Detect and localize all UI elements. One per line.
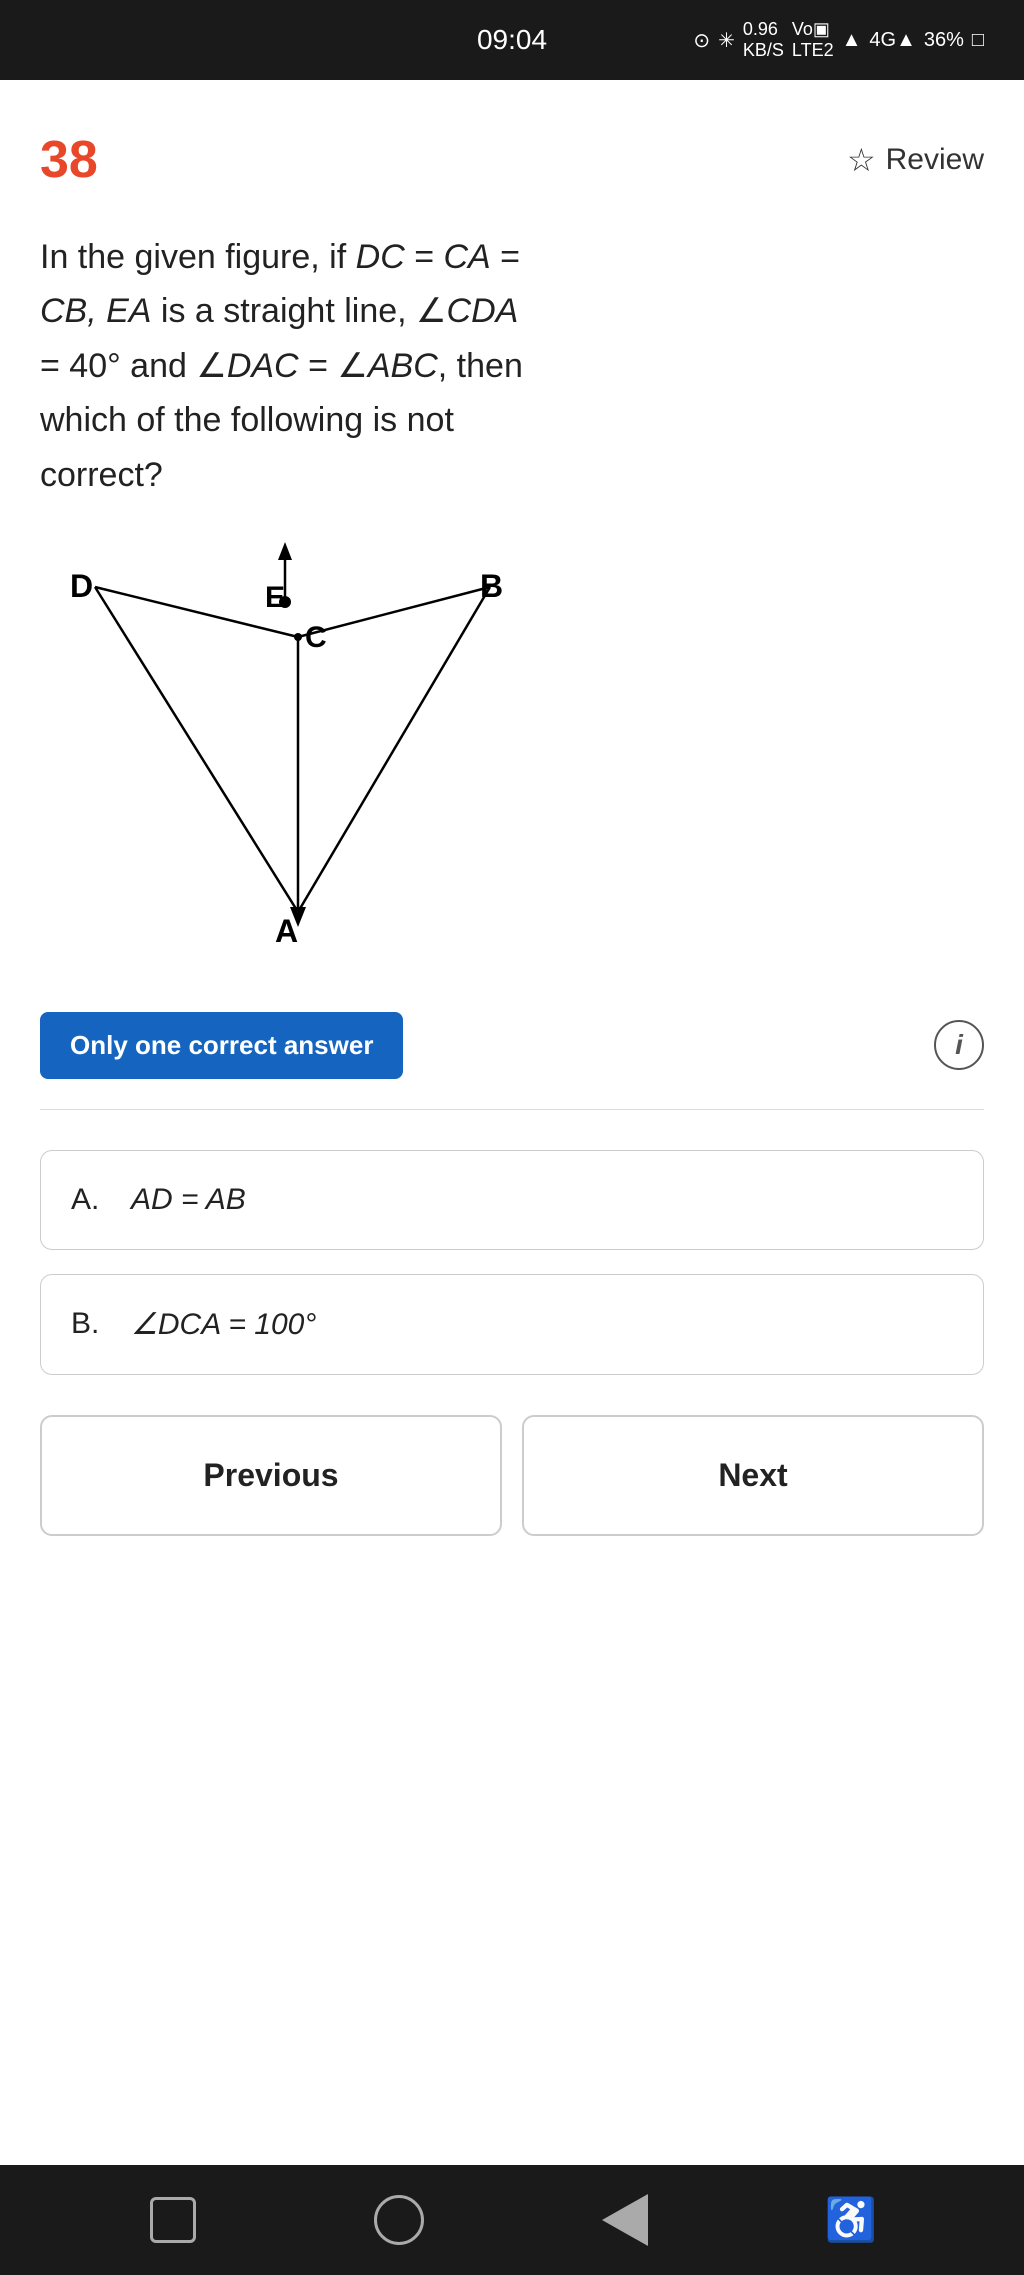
- main-content: 38 ☆ Review In the given figure, if DC =…: [0, 80, 1024, 2165]
- nav-buttons: Previous Next: [40, 1415, 984, 1536]
- next-button[interactable]: Next: [522, 1415, 984, 1536]
- q-italic-cb-ea: CB, EA: [40, 292, 151, 330]
- line-BA: [298, 587, 490, 912]
- q-italic-dc: DC: [356, 238, 405, 276]
- q-text-5: = 40° and ∠: [40, 347, 227, 385]
- back-button[interactable]: [590, 2185, 660, 2255]
- question-header: 38 ☆ Review: [40, 130, 984, 190]
- line-DA: [95, 587, 298, 912]
- q-text-3: =: [491, 238, 520, 276]
- home-square-button[interactable]: [138, 2185, 208, 2255]
- review-label: Review: [886, 143, 984, 177]
- status-bar: 09:04 ⊙ ✳ 0.96KB/S Vo▣LTE2 ▲ 4G▲ 36% □: [0, 0, 1024, 80]
- question-number: 38: [40, 130, 98, 190]
- square-icon: [150, 2197, 196, 2243]
- option-A[interactable]: A. AD = AB: [40, 1150, 984, 1250]
- nav-bar: ♿: [0, 2165, 1024, 2275]
- 4g-icon: 4G▲: [869, 29, 915, 52]
- data-speed: 0.96KB/S: [743, 19, 784, 61]
- label-D: D: [70, 568, 93, 604]
- q-text-2: =: [405, 238, 444, 276]
- status-time: 09:04: [477, 24, 547, 56]
- option-B[interactable]: B. ∠DCA = 100°: [40, 1274, 984, 1375]
- accessibility-button[interactable]: ♿: [816, 2185, 886, 2255]
- q-text-1: In the given figure, if: [40, 238, 356, 276]
- line-BC: [298, 587, 490, 637]
- q-italic-abc: ABC: [368, 347, 438, 385]
- star-icon: ☆: [847, 141, 876, 179]
- battery-icon: □: [972, 29, 984, 52]
- question-text: In the given figure, if DC = CA =CB, EA …: [40, 230, 984, 502]
- triangle-icon: [602, 2194, 648, 2246]
- circle-icon: [374, 2195, 424, 2245]
- status-icons: ⊙ ✳ 0.96KB/S Vo▣LTE2 ▲ 4G▲ 36% □: [693, 19, 984, 61]
- previous-button[interactable]: Previous: [40, 1415, 502, 1536]
- q-text-6: = ∠: [299, 347, 368, 385]
- option-B-label: B.: [71, 1307, 111, 1341]
- answer-badge-container: Only one correct answer i: [40, 1012, 984, 1110]
- answer-badge: Only one correct answer: [40, 1012, 403, 1079]
- battery-text: 36%: [924, 29, 964, 52]
- label-C: C: [305, 621, 327, 654]
- option-A-label: A.: [71, 1183, 111, 1217]
- option-B-text: ∠DCA = 100°: [131, 1307, 316, 1342]
- q-italic-ca: CA: [444, 238, 491, 276]
- option-A-text: AD = AB: [131, 1183, 246, 1217]
- bluetooth-icon: ✳: [718, 28, 735, 53]
- review-button[interactable]: ☆ Review: [847, 141, 984, 179]
- home-circle-button[interactable]: [364, 2185, 434, 2255]
- signal-icon: ▲: [842, 29, 862, 52]
- geometry-figure: D B E C A: [60, 542, 540, 962]
- person-icon: ♿: [825, 2196, 877, 2245]
- q-italic-dac: DAC: [227, 347, 299, 385]
- alarm-icon: ⊙: [693, 28, 710, 53]
- q-italic-cda: CDA: [447, 292, 519, 330]
- info-icon[interactable]: i: [934, 1020, 984, 1070]
- lte-icon: Vo▣LTE2: [792, 19, 834, 61]
- q-text-4: is a straight line, ∠: [151, 292, 446, 330]
- figure-container: D B E C A: [40, 542, 984, 962]
- arrow-head: [278, 542, 292, 560]
- options-container: A. AD = AB B. ∠DCA = 100°: [40, 1150, 984, 1375]
